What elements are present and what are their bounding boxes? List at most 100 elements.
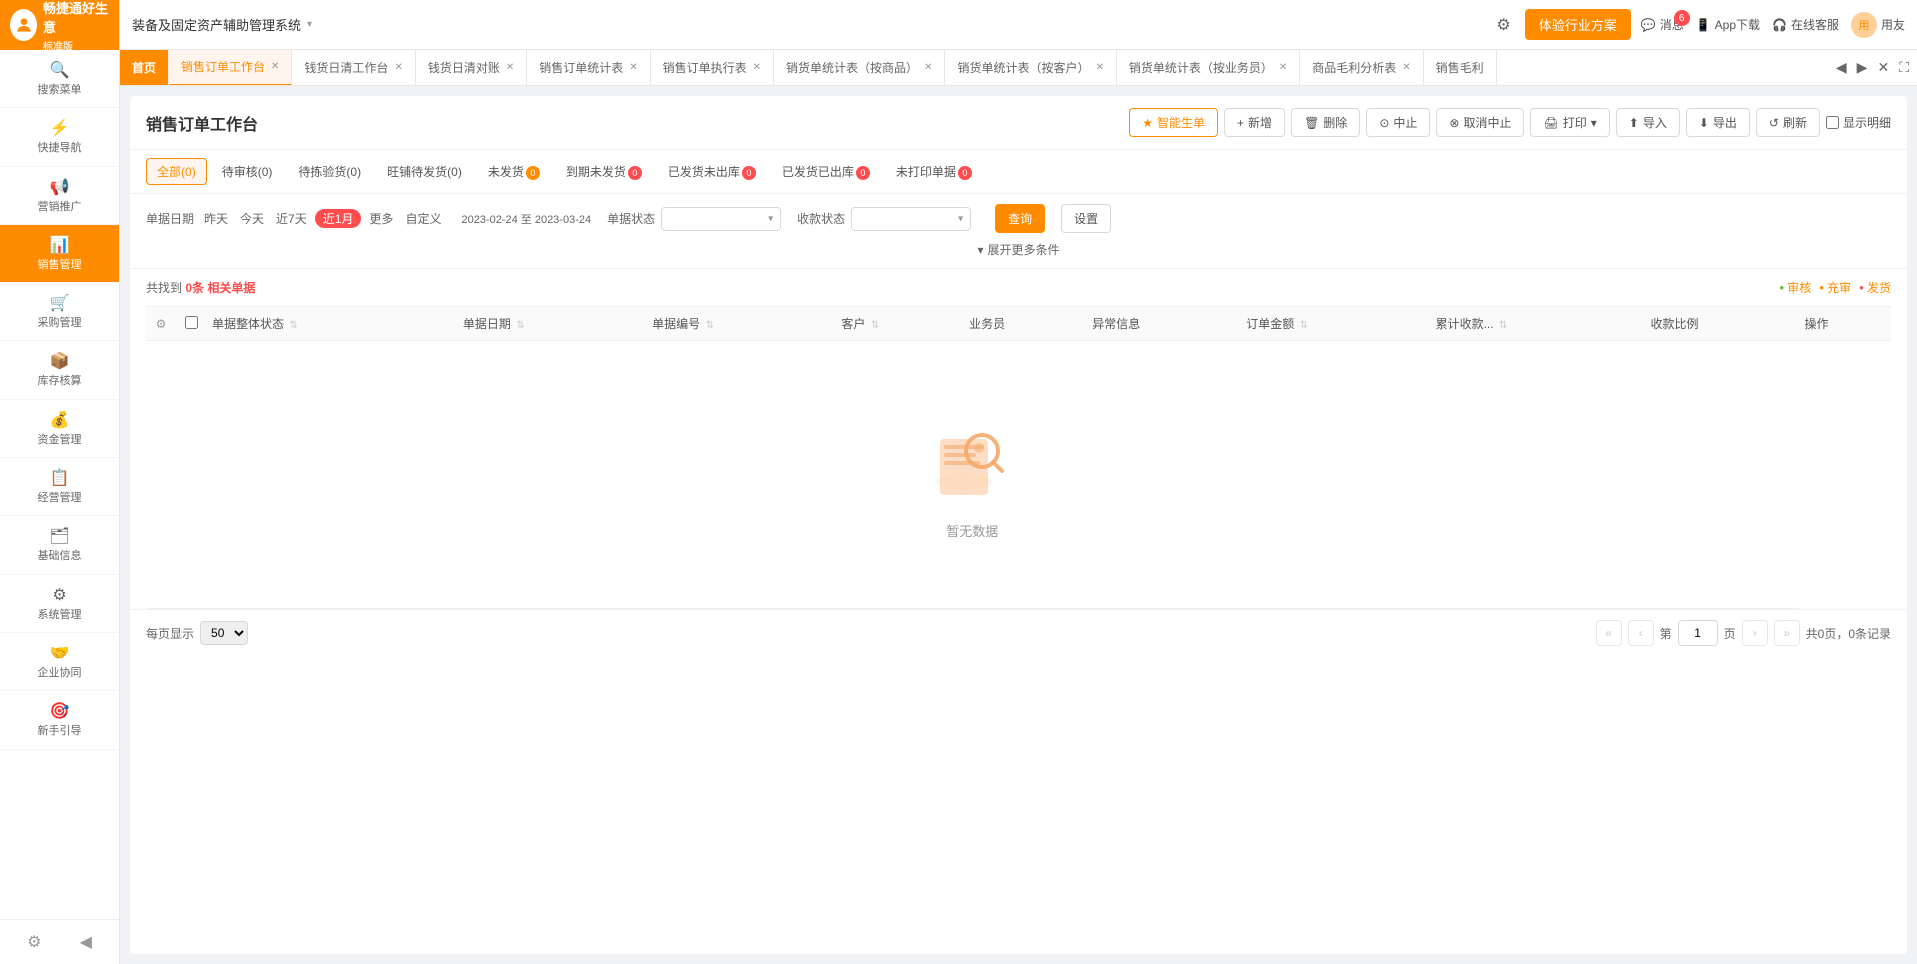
print-button[interactable]: 🖨 打印 ▾ [1530,108,1609,137]
smart-create-button[interactable]: ★ 智能生单 [1129,108,1218,137]
sidebar-item-sales[interactable]: 📊 销售管理 [0,225,119,283]
online-service-button[interactable]: 🎧 在线客服 [1772,16,1839,33]
refresh-icon: ↺ [1769,116,1779,130]
page-number-input[interactable] [1678,620,1718,646]
tab-home[interactable]: 首页 [120,50,169,86]
filter-settings-button[interactable]: 设置 [1061,204,1111,233]
review-action-button[interactable]: 审核 [1779,279,1811,296]
date-7days[interactable]: 近7天 [272,209,311,228]
delete-button[interactable]: 🗑 删除 [1291,108,1360,137]
page-size-select[interactable]: 50 [200,621,248,645]
sidebar-item-enterprise[interactable]: 🤝 企业协同 [0,633,119,691]
experience-button[interactable]: 体验行业方案 [1525,9,1631,40]
tab-label: 销售订单统计表 [539,59,623,76]
filter-tab-all[interactable]: 全部(0) [146,158,207,185]
message-button[interactable]: 💬 消息 6 [1641,16,1684,33]
sort-icon[interactable]: ⇅ [516,320,524,331]
plus-icon: + [1237,116,1244,130]
filter-tab-shipped-out[interactable]: 已发货已出库0 [771,158,881,185]
sidebar: 畅捷通好生意 标准版 🔍 搜索菜单 ⚡ 快捷导航 📢 营销推广 📊 销售管理 🛒… [0,0,120,964]
payment-select[interactable] [851,207,971,231]
filter-tab-pending-review[interactable]: 待审核(0) [211,158,284,185]
import-button[interactable]: ⬆ 导入 [1616,108,1680,137]
tab-close-all-button[interactable]: ✕ [1873,57,1893,78]
filter-tab-not-shipped[interactable]: 未发货0 [477,158,551,185]
tab-close-icon[interactable]: ✕ [1402,62,1410,73]
status-select[interactable] [661,207,781,231]
date-yesterday[interactable]: 昨天 [200,209,232,228]
tab-close-icon[interactable]: ✕ [753,62,761,73]
col-date: 单据日期 ⇅ [457,307,646,341]
sidebar-item-operation[interactable]: 📋 经营管理 [0,458,119,516]
settings-button[interactable]: ⚙ [23,928,45,956]
sidebar-item-purchase[interactable]: 🛒 采购管理 [0,283,119,341]
sidebar-item-basic[interactable]: 🗂 基础信息 [0,516,119,574]
filter-tab-not-printed[interactable]: 未打印单据0 [885,158,983,185]
tab-sales-gain[interactable]: 销售毛利 [1424,50,1497,86]
sidebar-item-guide[interactable]: 🎯 新手引导 [0,691,119,749]
tab-gross-margin[interactable]: 商品毛利分析表 ✕ [1300,50,1423,86]
tab-sales-stats[interactable]: 销售订单统计表 ✕ [527,50,650,86]
cancel-suspend-button[interactable]: ⊗ 取消中止 [1436,108,1524,137]
sort-icon[interactable]: ⇅ [705,320,713,331]
user-menu[interactable]: 用 用友 [1851,12,1905,38]
date-more[interactable]: 更多 [365,209,397,228]
sidebar-item-inventory[interactable]: 📦 库存核算 [0,341,119,399]
sort-icon[interactable]: ⇅ [289,320,297,331]
date-custom[interactable]: 自定义 [401,209,445,228]
tab-sales-summary-customer[interactable]: 销货单统计表（按客户） ✕ [945,50,1116,86]
col-settings: ⚙ [146,307,176,341]
tab-sales-summary-staff[interactable]: 销货单统计表（按业务员） ✕ [1117,50,1300,86]
show-detail-checkbox[interactable] [1826,116,1839,129]
tab-close-icon[interactable]: ✕ [394,62,402,73]
app-download-button[interactable]: 📱 App下载 [1696,16,1760,33]
filter-tab-expired[interactable]: 到期未发货0 [555,158,653,185]
tab-sales-exec[interactable]: 销售订单执行表 ✕ [651,50,774,86]
suspend-button[interactable]: ⊙ 中止 [1366,108,1430,137]
sidebar-item-quick-nav[interactable]: ⚡ 快捷导航 [0,108,119,166]
filter-tab-pending-inspect[interactable]: 待拣验货(0) [287,158,372,185]
cancel-review-action-button[interactable]: 充审 [1819,279,1851,296]
filter-tab-wangpu[interactable]: 旺铺待发货(0) [376,158,473,185]
sort-icon[interactable]: ⇅ [1300,320,1308,331]
sidebar-item-finance[interactable]: 💰 资金管理 [0,400,119,458]
tab-close-icon[interactable]: ✕ [924,62,932,73]
sort-icon[interactable]: ⇅ [871,320,879,331]
sort-icon[interactable]: ⇅ [1499,320,1507,331]
show-detail-toggle[interactable]: 显示明细 [1826,114,1891,131]
first-page-button[interactable]: « [1596,620,1622,646]
expand-more-button[interactable]: ▾ 展开更多条件 [146,241,1891,258]
export-button[interactable]: ⬇ 导出 [1686,108,1750,137]
tab-close-icon[interactable]: ✕ [1279,62,1287,73]
tab-sales-summary-product[interactable]: 销货单统计表（按商品） ✕ [774,50,945,86]
tab-maximize-button[interactable]: ⛶ [1895,57,1913,78]
refresh-button[interactable]: ↺ 刷新 [1756,108,1820,137]
add-button[interactable]: + 新增 [1224,108,1285,137]
tab-sales-workbench[interactable]: 销售订单工作台 ✕ [169,50,292,86]
empty-state-row: 暂无数据 [146,341,1891,609]
topbar-settings-button[interactable]: ⚙ [1492,11,1514,39]
prev-page-button[interactable]: ‹ [1628,620,1654,646]
tab-cash-reconcile[interactable]: 钱货日清对账 ✕ [416,50,527,86]
tab-cash-daily[interactable]: 钱货日清工作台 ✕ [292,50,415,86]
sidebar-item-marketing[interactable]: 📢 营销推广 [0,167,119,225]
date-today[interactable]: 今天 [236,209,268,228]
tab-close-icon[interactable]: ✕ [506,62,514,73]
select-all-checkbox[interactable] [185,316,198,329]
query-button[interactable]: 查询 [995,204,1045,233]
last-page-button[interactable]: » [1774,620,1800,646]
next-page-button[interactable]: › [1742,620,1768,646]
tab-close-icon[interactable]: ✕ [1095,62,1103,73]
tab-next-button[interactable]: ▶ [1853,57,1872,78]
sidebar-item-system[interactable]: ⚙ 系统管理 [0,575,119,633]
tab-close-icon[interactable]: ✕ [629,62,637,73]
tab-label: 销货单统计表（按业务员） [1129,59,1273,76]
sidebar-item-search[interactable]: 🔍 搜索菜单 [0,50,119,108]
date-1month[interactable]: 近1月 [315,209,362,228]
filter-tab-shipped-not-in[interactable]: 已发货未出库0 [657,158,767,185]
deliver-action-button[interactable]: 发货 [1859,279,1891,296]
column-settings-icon[interactable]: ⚙ [156,317,167,331]
collapse-button[interactable]: ◀ [76,928,96,956]
tab-prev-button[interactable]: ◀ [1832,57,1851,78]
tab-close-icon[interactable]: ✕ [271,61,279,72]
